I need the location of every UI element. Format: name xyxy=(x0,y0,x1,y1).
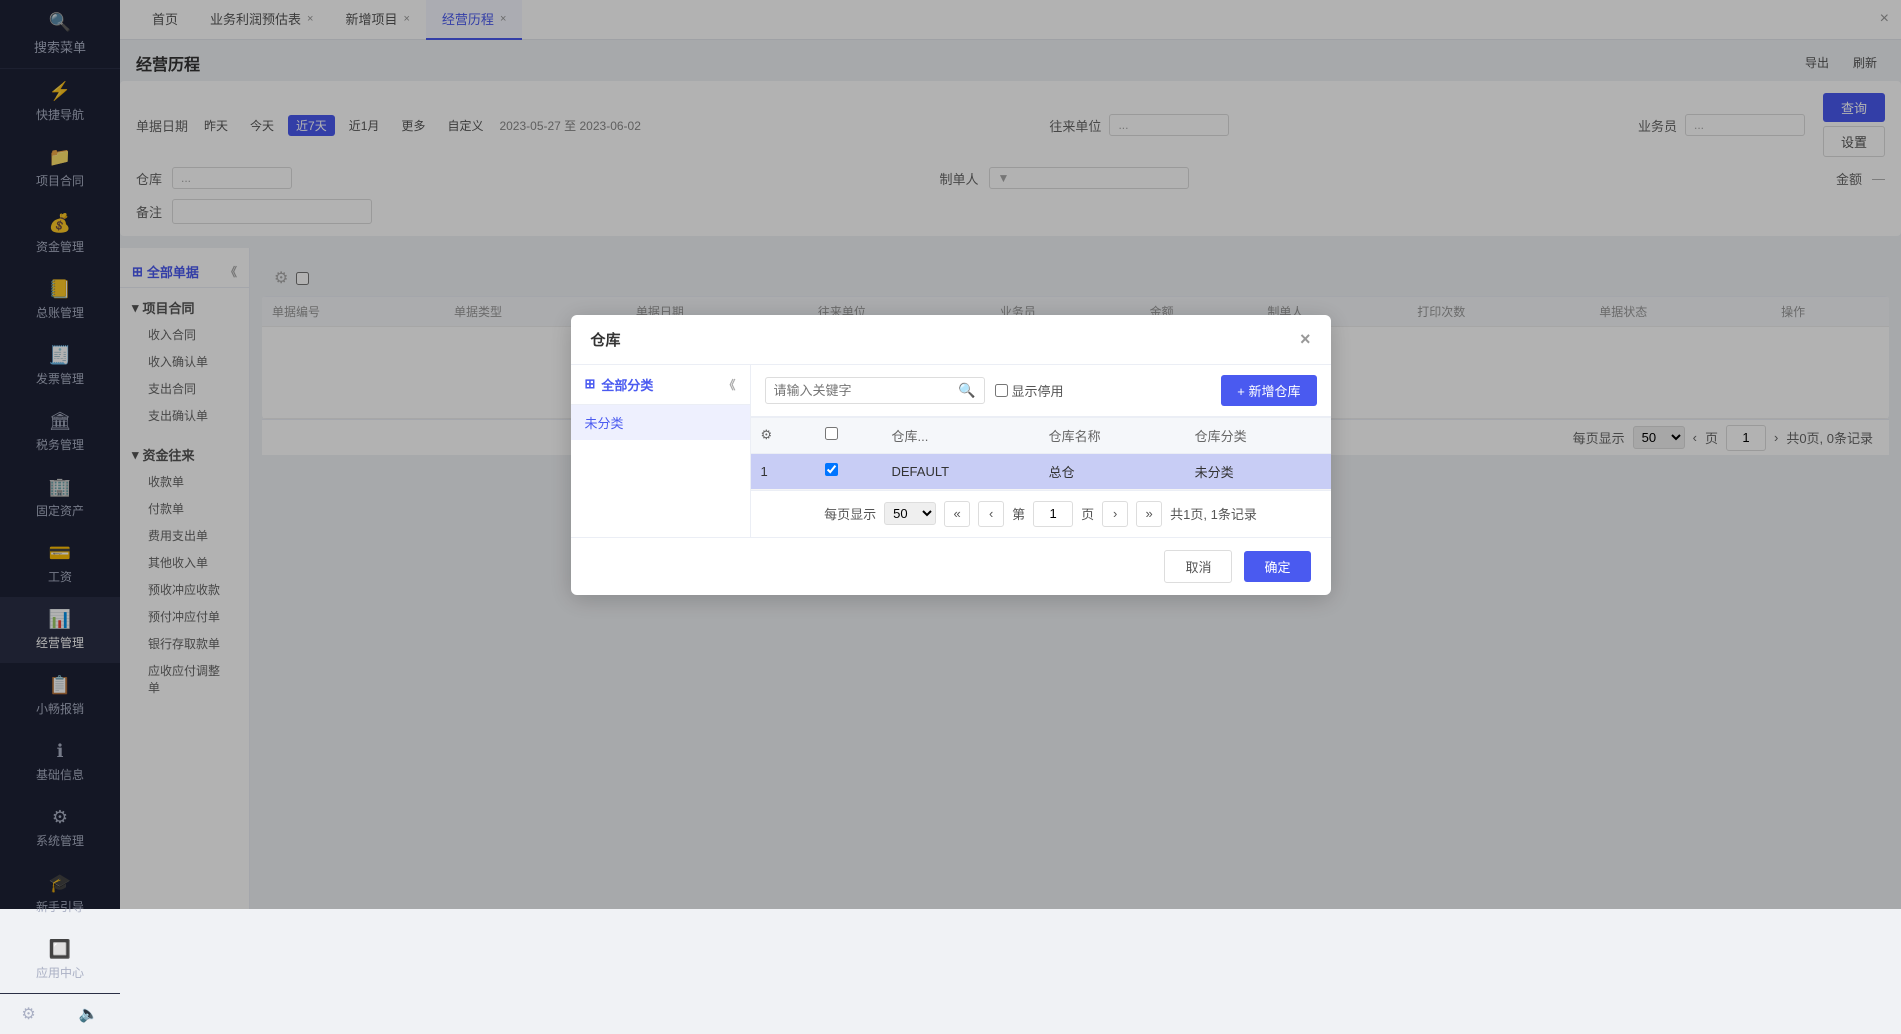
prev-page-btn[interactable]: ‹ xyxy=(978,501,1004,527)
modal-pagination: 每页显示 50 100 « ‹ 第 页 › » 共1页, 1条记录 xyxy=(751,490,1331,537)
warehouse-modal: 仓库 × ⊞ 全部分类 《 未分类 xyxy=(571,315,1331,595)
category-list: 未分类 xyxy=(571,405,750,537)
total-label-modal: 共1页, 1条记录 xyxy=(1170,504,1257,523)
per-page-label-modal: 每页显示 xyxy=(824,504,876,523)
modal-footer: 取消 确定 xyxy=(571,537,1331,595)
category-panel: ⊞ 全部分类 《 未分类 xyxy=(571,365,751,537)
category-all[interactable]: ⊞ 全部分类 《 xyxy=(571,365,750,405)
modal-header: 仓库 × xyxy=(571,315,1331,365)
modal-close-btn[interactable]: × xyxy=(1300,329,1311,350)
category-all-label: 全部分类 xyxy=(601,375,653,394)
col-name: 仓库名称 xyxy=(1039,417,1185,453)
row-code: DEFAULT xyxy=(882,453,1039,489)
cancel-button[interactable]: 取消 xyxy=(1164,550,1232,583)
category-collapse-icon[interactable]: 《 xyxy=(723,376,735,393)
warehouse-table: ⚙ 仓库... 仓库名称 仓库分类 1 DEFAULT xyxy=(751,417,1331,490)
add-warehouse-button[interactable]: + 新增仓库 xyxy=(1221,375,1316,406)
sidebar-bottom: ⚙ 🔈 xyxy=(0,993,120,1034)
last-page-btn[interactable]: » xyxy=(1136,501,1162,527)
col-settings: ⚙ xyxy=(751,417,815,453)
row-name: 总仓 xyxy=(1039,453,1185,489)
row-num: 1 xyxy=(751,453,815,489)
search-input[interactable] xyxy=(774,383,959,398)
confirm-button[interactable]: 确定 xyxy=(1244,551,1310,582)
select-all-warehouse[interactable] xyxy=(825,427,838,440)
per-page-select-modal[interactable]: 50 100 xyxy=(884,502,936,525)
show-disabled-toggle: 显示停用 xyxy=(995,381,1064,400)
search-box: 🔍 xyxy=(765,377,985,404)
content-panel: 🔍 显示停用 + 新增仓库 ⚙ xyxy=(751,365,1331,537)
grid-icon-modal: ⊞ xyxy=(585,376,596,392)
settings-icon[interactable]: ⚙ xyxy=(21,1004,35,1024)
show-disabled-checkbox[interactable] xyxy=(995,384,1008,397)
first-page-btn[interactable]: « xyxy=(944,501,970,527)
appcenter-icon: 🔲 xyxy=(49,939,71,960)
col-category: 仓库分类 xyxy=(1185,417,1331,453)
modal-toolbar: 🔍 显示停用 + 新增仓库 xyxy=(751,365,1331,417)
page-input-modal[interactable] xyxy=(1033,501,1073,527)
sidebar-item-label: 应用中心 xyxy=(36,964,84,981)
table-row[interactable]: 1 DEFAULT 总仓 未分类 xyxy=(751,453,1331,489)
sound-icon[interactable]: 🔈 xyxy=(79,1004,99,1024)
row-category: 未分类 xyxy=(1185,453,1331,489)
category-item-unclassified[interactable]: 未分类 xyxy=(571,405,750,440)
show-disabled-label: 显示停用 xyxy=(1012,381,1064,400)
modal-title: 仓库 xyxy=(591,329,621,350)
sidebar-item-appcenter[interactable]: 🔲 应用中心 xyxy=(0,927,120,993)
col-code: 仓库... xyxy=(882,417,1039,453)
row-checkbox[interactable] xyxy=(815,453,882,489)
page-label-modal: 第 xyxy=(1012,504,1025,523)
search-icon-modal[interactable]: 🔍 xyxy=(958,382,975,399)
modal-body: ⊞ 全部分类 《 未分类 🔍 显示停用 xyxy=(571,365,1331,537)
next-page-btn[interactable]: › xyxy=(1102,501,1128,527)
page-suffix: 页 xyxy=(1081,504,1094,523)
modal-overlay: 仓库 × ⊞ 全部分类 《 未分类 xyxy=(0,0,1901,909)
data-table-wrapper: ⚙ 仓库... 仓库名称 仓库分类 1 DEFAULT xyxy=(751,417,1331,490)
col-checkbox xyxy=(815,417,882,453)
